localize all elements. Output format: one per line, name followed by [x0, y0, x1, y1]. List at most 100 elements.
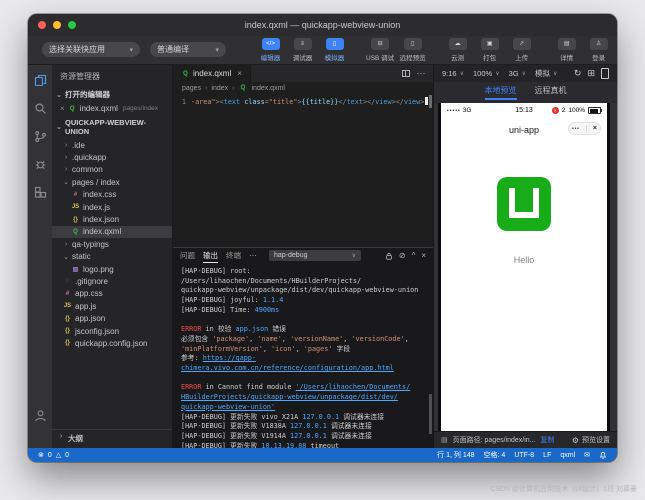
account-icon[interactable] — [34, 409, 47, 422]
toolbar-button-remote[interactable]: ▯远程预览 — [398, 38, 427, 62]
lock-scroll-icon[interactable] — [385, 252, 393, 260]
console-tab-终端[interactable]: 终端 — [226, 248, 241, 263]
zoom-window-button[interactable] — [68, 21, 76, 29]
mail-icon[interactable]: ✉ — [584, 451, 590, 459]
tree-item-.quickapp[interactable]: ›.quickapp — [52, 151, 172, 163]
console-tab-输出[interactable]: 输出 — [203, 248, 218, 263]
tree-item-quickapp.config.json[interactable]: {}quickapp.config.json — [52, 337, 172, 349]
toolbar-button-sliders[interactable]: ≡调试器 — [288, 38, 317, 62]
toolbar-button-package[interactable]: ▣打包 — [475, 38, 504, 62]
preview-dropdown-9:16[interactable]: 9:16∨ — [442, 68, 464, 79]
bell-icon[interactable] — [599, 451, 607, 459]
editor-tab-index-qxml[interactable]: Q index.qxml × — [173, 65, 251, 82]
more-actions-icon[interactable]: ⋯ — [417, 68, 427, 79]
console-line: [HAP-DEBUG] root: /Users/lihaochen/Docum… — [181, 267, 425, 286]
open-editors-section[interactable]: ⌄ 打开的编辑器 — [52, 87, 172, 102]
outline-section[interactable]: › 大纲 — [52, 429, 172, 447]
close-panel-icon[interactable]: × — [421, 251, 426, 260]
status-item[interactable]: 行 1, 列 148 — [437, 450, 474, 460]
more-tabs-icon[interactable]: ⋯ — [249, 251, 257, 260]
preview-dropdown-100%[interactable]: 100%∨ — [473, 68, 500, 79]
toolbar-button-upload[interactable]: ↗上传 — [507, 38, 536, 62]
close-icon[interactable]: × — [60, 104, 65, 113]
warnings-count[interactable]: 0 — [65, 452, 69, 459]
compile-mode-dropdown[interactable]: 普通编译 ▾ — [150, 42, 226, 57]
tree-item-label: index.json — [83, 215, 119, 224]
output-channel-dropdown[interactable]: hap-debug ∨ — [269, 250, 361, 261]
grid-icon[interactable]: ⊞ — [587, 68, 595, 79]
minimize-window-button[interactable] — [53, 21, 61, 29]
source-control-icon[interactable] — [34, 130, 47, 143]
device-icon[interactable] — [601, 68, 609, 79]
debug-icon[interactable] — [34, 158, 47, 171]
toolbar-button-user[interactable]: ♙登录 — [584, 38, 613, 62]
errors-count[interactable]: 0 — [48, 452, 52, 459]
breadcrumb-index[interactable]: index — [211, 85, 228, 92]
preview-tab-本地预览[interactable]: 本地预览 — [485, 85, 517, 100]
status-item[interactable]: 空格: 4 — [484, 450, 506, 460]
explorer-icon[interactable] — [34, 74, 47, 87]
console-token[interactable]: HBuilderProjects/quickapp-webview/unpack… — [181, 393, 398, 401]
tree-item-app.json[interactable]: {}app.json — [52, 312, 172, 324]
breadcrumb-pages[interactable]: pages — [182, 85, 201, 92]
extensions-icon[interactable] — [34, 186, 47, 199]
open-editor-item[interactable]: × Q index.qxml pages/index — [52, 102, 172, 116]
close-tab-icon[interactable]: × — [237, 69, 242, 78]
close-app-icon[interactable]: × — [593, 125, 597, 132]
breadcrumb[interactable]: pages › index › Q index.qxml — [173, 82, 433, 94]
status-item[interactable]: qxml — [560, 452, 575, 459]
warnings-icon[interactable]: △ — [56, 451, 61, 459]
search-icon[interactable] — [34, 102, 47, 115]
console-token[interactable]: app.json — [236, 325, 269, 333]
console-token: , — [282, 335, 290, 343]
tree-item-qa-typings[interactable]: ›qa-typings — [52, 238, 172, 250]
preview-dropdown-模拟[interactable]: 模拟∨ — [535, 68, 557, 79]
toolbar-button-code[interactable]: </>编辑器 — [256, 38, 285, 62]
tree-item-.gitignore[interactable]: ◌.gitignore — [52, 275, 172, 287]
tree-item-index.qxml[interactable]: Qindex.qxml — [52, 226, 172, 238]
tree-item-logo.png[interactable]: ▨logo.png — [52, 263, 172, 275]
menu-dots-icon[interactable]: ••• — [572, 126, 580, 132]
tree-item-index.js[interactable]: JSindex.js — [52, 201, 172, 213]
console-token[interactable]: '/Users/lihaochen/Documents/ — [296, 383, 411, 391]
console-token: , — [263, 345, 271, 353]
status-item[interactable]: UTF-8 — [514, 452, 534, 459]
toolbar-button-phone[interactable]: ▯模拟器 — [320, 38, 349, 62]
tree-item-index.css[interactable]: #index.css — [52, 189, 172, 201]
toolbar-button-doc[interactable]: ▤详情 — [552, 38, 581, 62]
tree-item-index.json[interactable]: {}index.json — [52, 213, 172, 225]
app-select-dropdown[interactable]: 选择关联快应用 ▾ — [42, 42, 140, 57]
toolbar-button-cloud[interactable]: ☁云测 — [443, 38, 472, 62]
status-item[interactable]: LF — [543, 452, 551, 459]
tree-item-jsconfig.json[interactable]: {}jsconfig.json — [52, 325, 172, 337]
clear-output-icon[interactable]: ⊘ — [399, 251, 406, 260]
phone-nav-bar: uni-app ••• × — [441, 118, 607, 141]
tree-item-label: app.js — [75, 302, 96, 311]
errors-icon[interactable]: ⊗ — [38, 451, 44, 459]
preview-dropdown-label: 100% — [473, 69, 492, 78]
preview-dropdown-3G[interactable]: 3G∨ — [509, 68, 526, 79]
tree-item-.ide[interactable]: ›.ide — [52, 139, 172, 151]
code-editor[interactable]: 1 -area"><text class="title">{{title}}</… — [173, 94, 433, 247]
project-section-header[interactable]: ⌄ QUICKAPP-WEBVIEW-UNION — [52, 116, 172, 138]
console-output[interactable]: [HAP-DEBUG] root: /Users/lihaochen/Docum… — [173, 263, 433, 448]
tree-item-pagesindex[interactable]: ⌄pages / index — [52, 176, 172, 188]
tree-item-app.css[interactable]: #app.css — [52, 288, 172, 300]
editor-scrollbar[interactable] — [429, 95, 432, 108]
preview-tab-远程真机[interactable]: 远程真机 — [535, 85, 567, 100]
refresh-icon[interactable]: ↻ — [574, 68, 582, 79]
console-token[interactable]: quickapp-webview-union' — [181, 403, 275, 411]
copy-path-button[interactable]: 复制 — [541, 435, 555, 445]
toolbar-button-usb[interactable]: ⊟USB 调试 — [365, 38, 395, 62]
console-token[interactable]: https://qapp-chimera.vivo.com.cn/referen… — [181, 354, 394, 372]
tree-item-common[interactable]: ›common — [52, 164, 172, 176]
tree-item-app.js[interactable]: JSapp.js — [52, 300, 172, 312]
preview-settings-button[interactable]: ⚙ 预览设置 — [572, 435, 610, 445]
console-tab-问题[interactable]: 问题 — [180, 248, 195, 263]
split-editor-icon[interactable] — [402, 70, 410, 77]
maximize-panel-icon[interactable]: ^ — [412, 251, 416, 260]
close-window-button[interactable] — [38, 21, 46, 29]
tree-item-static[interactable]: ⌄static — [52, 251, 172, 263]
breadcrumb-file[interactable]: index.qxml — [252, 85, 285, 92]
console-scrollbar[interactable] — [429, 394, 432, 434]
